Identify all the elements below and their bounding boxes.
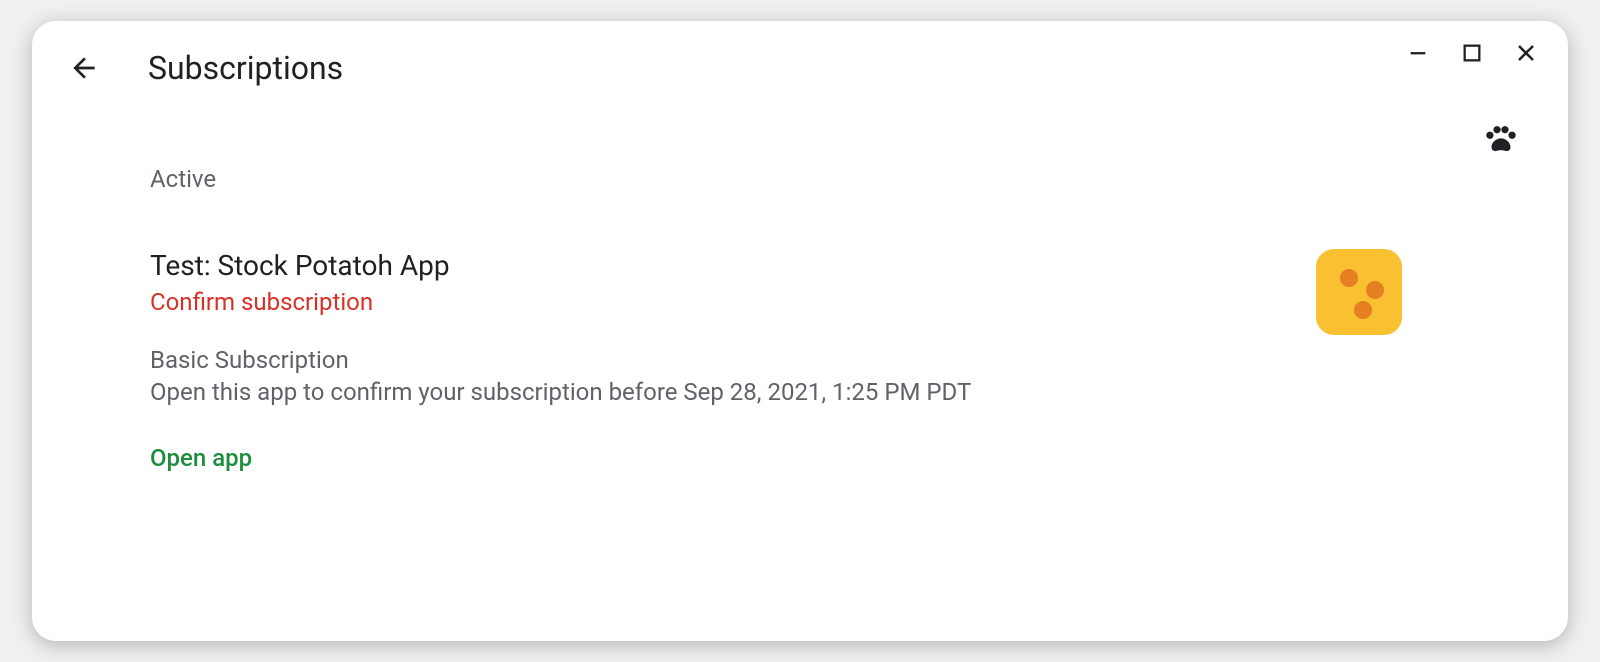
open-app-link[interactable]: Open app <box>150 444 252 472</box>
app-icon-dot <box>1340 269 1358 287</box>
plan-name: Basic Subscription <box>150 346 1450 374</box>
active-section-label: Active <box>150 165 1450 193</box>
content-area: Active Test: Stock Potatoh App Confirm s… <box>32 115 1568 472</box>
app-icon-dot <box>1354 301 1372 319</box>
arrow-left-icon <box>68 52 100 84</box>
app-icon <box>1316 249 1402 335</box>
paw-icon <box>1482 121 1520 159</box>
subscription-item[interactable]: Test: Stock Potatoh App Confirm subscrip… <box>150 249 1450 472</box>
subscriptions-window: Subscriptions Active Test: Stock Potatoh… <box>32 21 1568 641</box>
maximize-icon <box>1461 42 1483 64</box>
close-button[interactable] <box>1514 41 1538 65</box>
close-icon <box>1514 41 1538 65</box>
back-button[interactable] <box>68 52 100 84</box>
maximize-button[interactable] <box>1460 41 1484 65</box>
profile-button[interactable] <box>1482 121 1520 163</box>
page-title: Subscriptions <box>148 49 343 87</box>
minimize-button[interactable] <box>1406 41 1430 65</box>
window-controls <box>1406 41 1538 65</box>
subscription-title: Test: Stock Potatoh App <box>150 249 1450 282</box>
instruction-text: Open this app to confirm your subscripti… <box>150 378 1450 406</box>
header: Subscriptions <box>32 21 1568 115</box>
app-icon-dot <box>1366 281 1384 299</box>
minimize-icon <box>1407 42 1429 64</box>
confirm-subscription-label: Confirm subscription <box>150 288 1450 316</box>
